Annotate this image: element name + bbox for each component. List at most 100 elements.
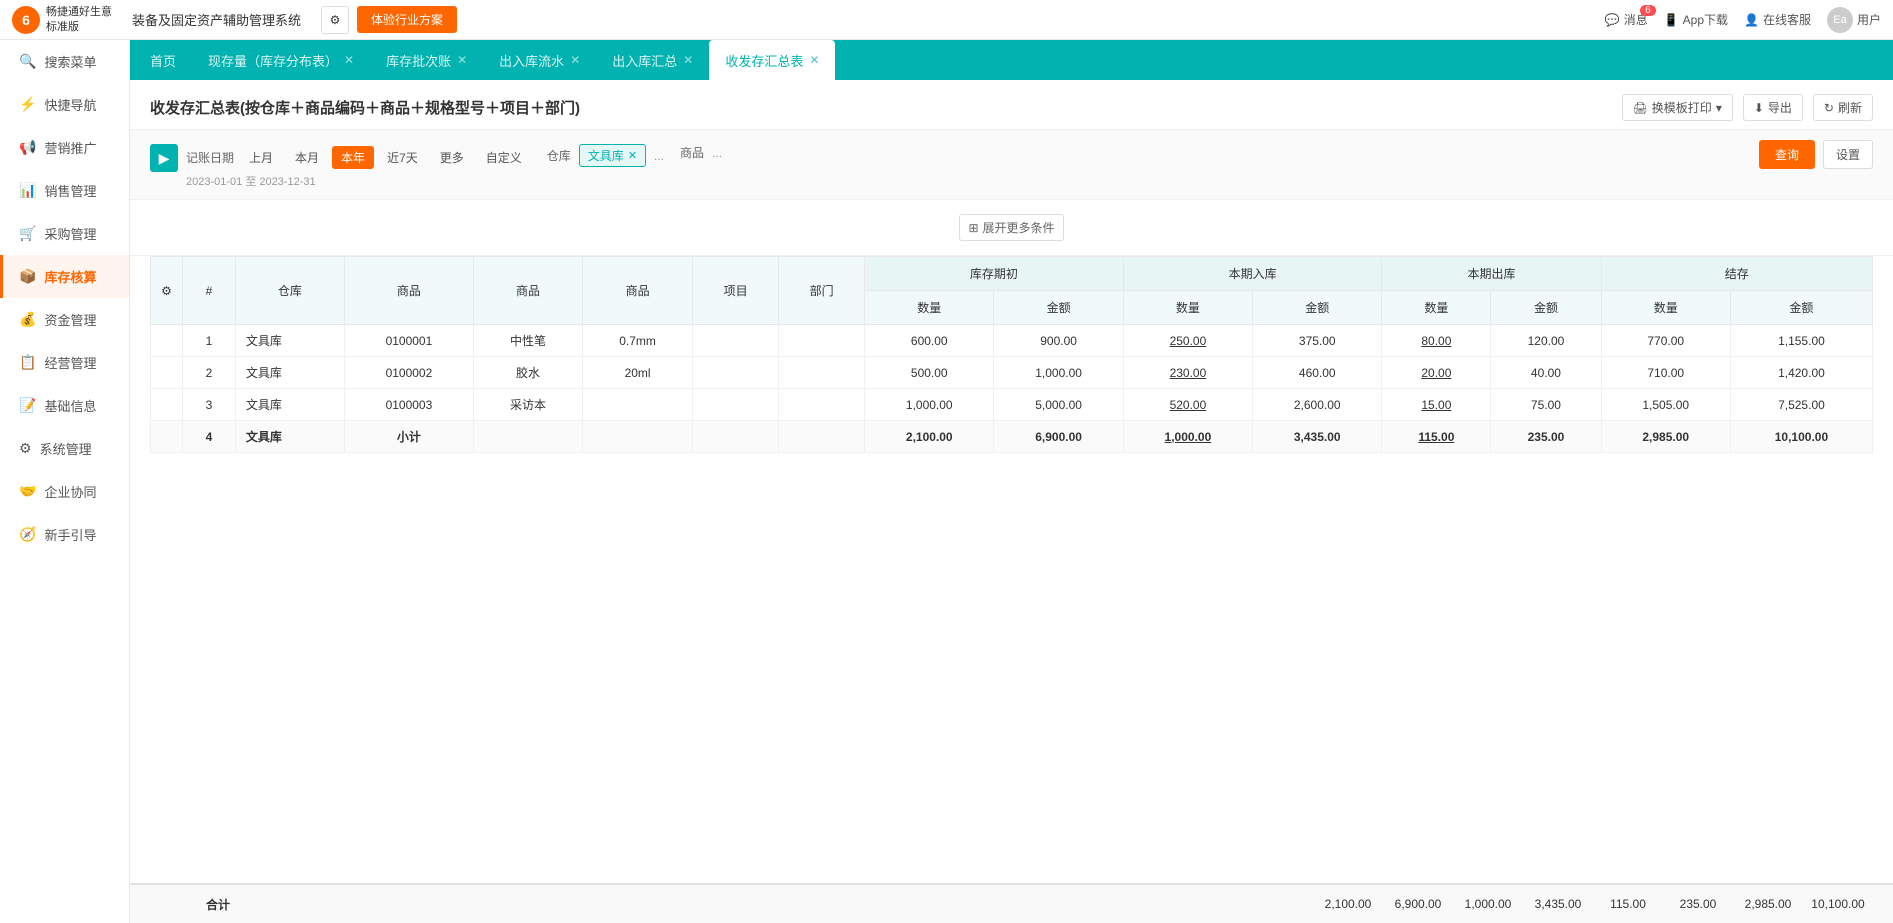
gear-icon: ⚙ bbox=[330, 13, 341, 27]
subtotal-label: 小计 bbox=[344, 421, 473, 453]
date-options: 上月 本月 本年 近7天 更多 自定义 bbox=[240, 146, 531, 169]
goods-filter: 商品 ... bbox=[680, 144, 722, 161]
row3-in-qty[interactable]: 520.00 bbox=[1123, 389, 1252, 421]
expand-more-button[interactable]: ⊞ 展开更多条件 bbox=[959, 214, 1063, 241]
tab-recv-send-summary-label: 收发存汇总表 bbox=[725, 51, 803, 70]
filter-area: ▶ 记账日期 上月 本月 本年 近7天 更多 自定义 bbox=[130, 130, 1893, 200]
top-bar-left: 6 畅捷通好生意 标准版 装备及固定资产辅助管理系统 ⚙ 体验行业方案 bbox=[12, 5, 457, 34]
sidebar-item-marketing[interactable]: 📢 营销推广 bbox=[0, 126, 129, 169]
sidebar-item-purchase[interactable]: 🛒 采购管理 bbox=[0, 212, 129, 255]
footer-closing-qty: 2,985.00 bbox=[1733, 897, 1803, 911]
warehouse-more-button[interactable]: ... bbox=[654, 149, 664, 163]
filter-row: ▶ 记账日期 上月 本月 本年 近7天 更多 自定义 bbox=[150, 140, 1873, 169]
query-button[interactable]: 查询 bbox=[1759, 140, 1815, 169]
row3-in-amt: 2,600.00 bbox=[1253, 389, 1382, 421]
sidebar-item-system[interactable]: ⚙ 系统管理 bbox=[0, 427, 129, 470]
date-btn-last-month[interactable]: 上月 bbox=[240, 146, 282, 169]
refresh-button[interactable]: ↻ 刷新 bbox=[1813, 94, 1873, 121]
sidebar-item-label: 快捷导航 bbox=[44, 95, 96, 114]
warehouse-tag-close[interactable]: ✕ bbox=[628, 149, 637, 162]
message-badge: 6 bbox=[1640, 5, 1656, 16]
sidebar-item-label: 采购管理 bbox=[44, 224, 96, 243]
trial-button[interactable]: 体验行业方案 bbox=[357, 6, 457, 33]
sidebar-item-finance[interactable]: 💰 资金管理 bbox=[0, 298, 129, 341]
sidebar-item-basic-info[interactable]: 📝 基础信息 bbox=[0, 384, 129, 427]
online-service-label: 在线客服 bbox=[1763, 11, 1811, 28]
export-label: 导出 bbox=[1768, 99, 1792, 116]
col-opening-amt-header: 金额 bbox=[994, 291, 1123, 325]
export-button[interactable]: ⬇ 导出 bbox=[1743, 94, 1803, 121]
filter-toggle-button[interactable]: ▶ bbox=[150, 144, 178, 172]
row3-product-name: 采访本 bbox=[474, 389, 583, 421]
goods-more-button[interactable]: ... bbox=[712, 146, 722, 160]
sidebar-item-inventory[interactable]: 📦 库存核算 bbox=[0, 255, 129, 298]
tab-stock-dist[interactable]: 现存量（库存分布表） ✕ bbox=[192, 40, 370, 80]
tab-in-out-summary-close[interactable]: ✕ bbox=[683, 53, 693, 67]
col-closing-qty-header: 数量 bbox=[1601, 291, 1730, 325]
app-download-button[interactable]: 📱 App下载 bbox=[1664, 11, 1728, 28]
system-icon: ⚙ bbox=[19, 440, 32, 457]
row1-out-qty[interactable]: 80.00 bbox=[1382, 325, 1491, 357]
sidebar-item-operations[interactable]: 📋 经营管理 bbox=[0, 341, 129, 384]
table-settings-header[interactable]: ⚙ bbox=[151, 257, 183, 325]
date-btn-this-year[interactable]: 本年 bbox=[332, 146, 374, 169]
sidebar-item-search[interactable]: 🔍 搜索菜单 bbox=[0, 40, 129, 83]
subtotal-out-qty[interactable]: 115.00 bbox=[1382, 421, 1491, 453]
doc-icon: 📝 bbox=[19, 397, 36, 414]
row3-closing-qty: 1,505.00 bbox=[1601, 389, 1730, 421]
tab-in-out-flow[interactable]: 出入库流水 ✕ bbox=[483, 40, 596, 80]
tab-in-out-summary-label: 出入库汇总 bbox=[612, 51, 677, 70]
row2-opening-amt: 1,000.00 bbox=[994, 357, 1123, 389]
subtotal-opening-qty: 2,100.00 bbox=[865, 421, 994, 453]
tab-batch-ledger-close[interactable]: ✕ bbox=[457, 53, 467, 67]
tab-home[interactable]: 首页 bbox=[134, 40, 192, 80]
row1-in-amt: 375.00 bbox=[1253, 325, 1382, 357]
sidebar-item-label: 销售管理 bbox=[44, 181, 96, 200]
sidebar-item-sales[interactable]: 📊 销售管理 bbox=[0, 169, 129, 212]
filter-toggle-icon: ▶ bbox=[159, 150, 170, 167]
row3-closing-amt: 7,525.00 bbox=[1730, 389, 1872, 421]
page-content: 收发存汇总表(按仓库＋商品编码＋商品＋规格型号＋项目＋部门) 🖨 换模板打印 ▾… bbox=[130, 80, 1893, 883]
tab-recv-send-summary[interactable]: 收发存汇总表 ✕ bbox=[709, 40, 835, 80]
message-button[interactable]: 💬 消息 6 bbox=[1605, 11, 1648, 28]
row3-out-qty[interactable]: 15.00 bbox=[1382, 389, 1491, 421]
date-btn-more[interactable]: 更多 bbox=[431, 146, 473, 169]
tab-in-out-flow-label: 出入库流水 bbox=[499, 51, 564, 70]
tab-in-out-flow-close[interactable]: ✕ bbox=[570, 53, 580, 67]
refresh-icon: ↻ bbox=[1824, 101, 1834, 115]
row2-product-spec: 20ml bbox=[582, 357, 692, 389]
settings-filter-button[interactable]: 设置 bbox=[1823, 140, 1873, 169]
print-template-button[interactable]: 🖨 换模板打印 ▾ bbox=[1622, 94, 1733, 121]
col-out-group-header: 本期出库 bbox=[1382, 257, 1601, 291]
settings-button[interactable]: ⚙ bbox=[321, 6, 349, 34]
date-btn-custom[interactable]: 自定义 bbox=[477, 146, 531, 169]
tab-batch-ledger-label: 库存批次账 bbox=[386, 51, 451, 70]
subtotal-in-qty[interactable]: 1,000.00 bbox=[1123, 421, 1252, 453]
row3-product-spec bbox=[582, 389, 692, 421]
tab-stock-dist-label: 现存量（库存分布表） bbox=[208, 51, 338, 70]
sidebar-item-cooperation[interactable]: 🤝 企业协同 bbox=[0, 470, 129, 513]
tab-batch-ledger[interactable]: 库存批次账 ✕ bbox=[370, 40, 483, 80]
service-icon: 👤 bbox=[1744, 13, 1759, 27]
tab-in-out-summary[interactable]: 出入库汇总 ✕ bbox=[596, 40, 709, 80]
tab-stock-dist-close[interactable]: ✕ bbox=[344, 53, 354, 67]
row2-out-qty[interactable]: 20.00 bbox=[1382, 357, 1491, 389]
app-download-label: App下载 bbox=[1683, 11, 1728, 28]
row3-opening-qty: 1,000.00 bbox=[865, 389, 994, 421]
system-title: 装备及固定资产辅助管理系统 bbox=[120, 10, 313, 29]
expand-filter-bar: ⊞ 展开更多条件 bbox=[130, 200, 1893, 256]
date-btn-this-month[interactable]: 本月 bbox=[286, 146, 328, 169]
row1-in-qty[interactable]: 250.00 bbox=[1123, 325, 1252, 357]
page-actions: 🖨 换模板打印 ▾ ⬇ 导出 ↻ 刷新 bbox=[1622, 94, 1873, 121]
sidebar-item-quick-nav[interactable]: ⚡ 快捷导航 bbox=[0, 83, 129, 126]
date-btn-7days[interactable]: 近7天 bbox=[378, 146, 427, 169]
row2-in-qty[interactable]: 230.00 bbox=[1123, 357, 1252, 389]
subtotal-closing-qty: 2,985.00 bbox=[1601, 421, 1730, 453]
date-range-display: 2023-01-01 至 2023-12-31 bbox=[150, 173, 1873, 189]
sidebar-item-guide[interactable]: 🧭 新手引导 bbox=[0, 513, 129, 556]
tab-recv-send-summary-close[interactable]: ✕ bbox=[809, 53, 819, 67]
warehouse-tag: 文具库 ✕ bbox=[579, 144, 646, 167]
online-service-button[interactable]: 👤 在线客服 bbox=[1744, 11, 1811, 28]
logo-icon: 6 bbox=[12, 6, 40, 34]
user-menu[interactable]: Ea 用户 bbox=[1827, 7, 1881, 33]
